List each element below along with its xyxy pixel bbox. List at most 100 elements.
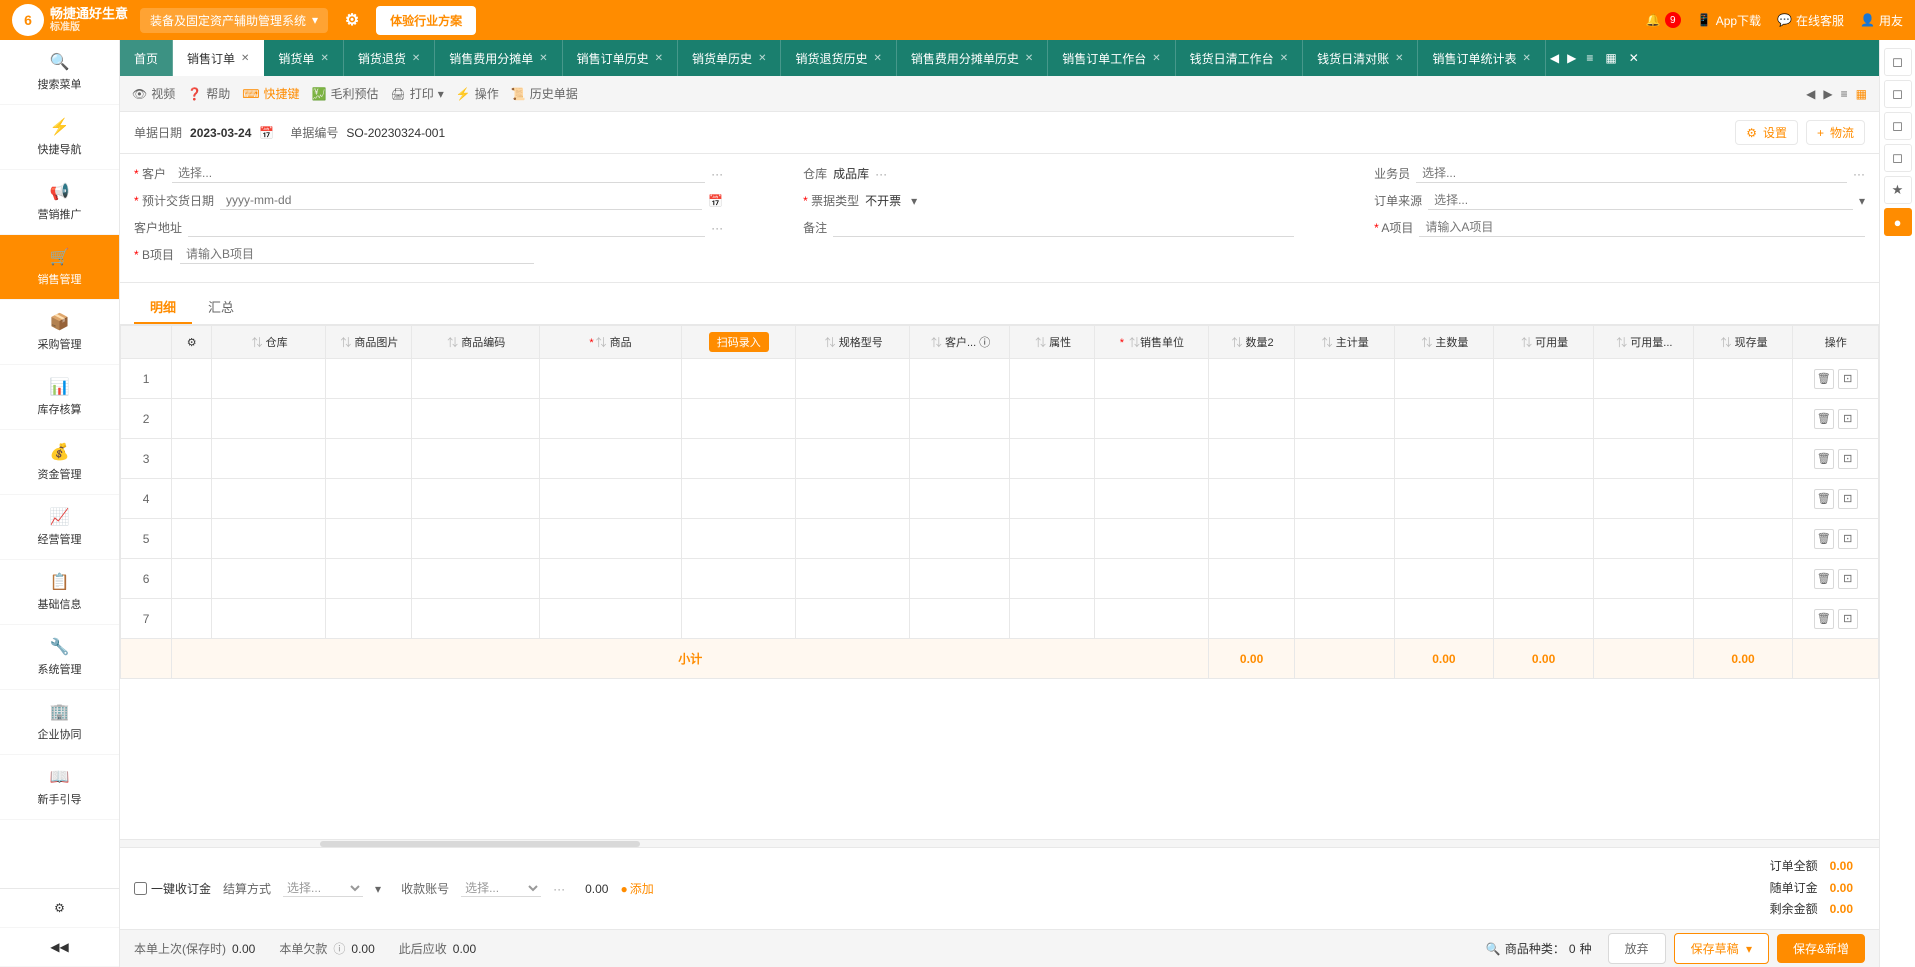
pay-method-dropdown[interactable]: ▾ xyxy=(375,882,381,896)
row-4-warehouse[interactable] xyxy=(212,479,326,519)
save-draft-btn[interactable]: 保存草稿 ▾ xyxy=(1674,933,1769,964)
a-project-input[interactable] xyxy=(1419,218,1865,237)
row-1-qty2[interactable] xyxy=(1209,359,1294,399)
row-5-warehouse[interactable] xyxy=(212,519,326,559)
row-5-attr[interactable] xyxy=(1009,519,1094,559)
tab-sales-return[interactable]: 销货单 ✕ xyxy=(264,40,343,76)
sidebar-item-quicknav[interactable]: ⚡ 快捷导航 xyxy=(0,105,119,170)
sidebar-item-base[interactable]: 📋 基础信息 xyxy=(0,560,119,625)
row-4-attr[interactable] xyxy=(1009,479,1094,519)
row-7-warehouse[interactable] xyxy=(212,599,326,639)
tab-sales-return-close[interactable]: ✕ xyxy=(320,53,328,64)
sidebar-item-sales[interactable]: 🛒 销售管理 xyxy=(0,235,119,300)
toolbar-list-view[interactable]: ≡ xyxy=(1841,87,1848,101)
toolbar-card-view[interactable]: ▦ xyxy=(1856,87,1867,101)
row-2-custcode[interactable] xyxy=(910,399,1010,439)
row-4-code[interactable] xyxy=(411,479,539,519)
row-4-product[interactable] xyxy=(539,479,681,519)
row-1-custcode[interactable] xyxy=(910,359,1010,399)
account-select[interactable]: 选择... xyxy=(461,880,541,897)
scan-input-btn[interactable]: 扫码录入 xyxy=(709,332,769,352)
discard-btn[interactable]: 放弃 xyxy=(1608,933,1666,964)
row-3-custcode[interactable] xyxy=(910,439,1010,479)
invoice-dropdown-icon[interactable]: ▾ xyxy=(911,194,917,208)
row-7-delete-btn[interactable]: 🗑 xyxy=(1814,609,1834,629)
row-7-spec[interactable] xyxy=(796,599,910,639)
toolbar-shortcut[interactable]: ⌨ 快捷键 xyxy=(242,85,299,102)
row-1-product[interactable] xyxy=(539,359,681,399)
row-4-spec[interactable] xyxy=(796,479,910,519)
gear-icon[interactable]: ⚙ xyxy=(340,8,364,32)
row-3-code[interactable] xyxy=(411,439,539,479)
tab-cash-reconcile[interactable]: 钱货日清对账 ✕ xyxy=(1303,40,1418,76)
toolbar-history[interactable]: 📜 历史单据 xyxy=(511,85,578,102)
row-1-delete-btn[interactable]: 🗑 xyxy=(1814,369,1834,389)
sidebar-item-finance[interactable]: 💰 资金管理 xyxy=(0,430,119,495)
row-4-custcode[interactable] xyxy=(910,479,1010,519)
row-2-qty2[interactable] xyxy=(1209,399,1294,439)
row-2-spec[interactable] xyxy=(796,399,910,439)
app-download-link[interactable]: 📱 App下载 xyxy=(1697,12,1761,29)
row-3-copy-btn[interactable]: ⊡ xyxy=(1838,449,1858,469)
row-3-product[interactable] xyxy=(539,439,681,479)
row-6-qty2[interactable] xyxy=(1209,559,1294,599)
row-7-unit[interactable] xyxy=(1095,599,1209,639)
toolbar-action[interactable]: ⚡ 操作 xyxy=(456,85,499,102)
row-2-product[interactable] xyxy=(539,399,681,439)
row-1-spec[interactable] xyxy=(796,359,910,399)
toolbar-view[interactable]: 👁 视频 xyxy=(132,85,175,102)
row-7-copy-btn[interactable]: ⊡ xyxy=(1838,609,1858,629)
rp-btn-4[interactable]: ◻ xyxy=(1884,144,1912,172)
row-7-qty2[interactable] xyxy=(1209,599,1294,639)
add-row-link[interactable]: ● 添加 xyxy=(620,880,653,897)
tab-return-goods[interactable]: 销货退货 ✕ xyxy=(344,40,435,76)
row-6-mainqty[interactable] xyxy=(1394,559,1494,599)
row-6-attr[interactable] xyxy=(1009,559,1094,599)
tab-return-history[interactable]: 销货单历史 ✕ xyxy=(678,40,781,76)
detail-tab-detail[interactable]: 明细 xyxy=(134,291,192,324)
row-7-custcode[interactable] xyxy=(910,599,1010,639)
row-1-warehouse[interactable] xyxy=(212,359,326,399)
row-7-attr[interactable] xyxy=(1009,599,1094,639)
sidebar-item-purchase[interactable]: 📦 采购管理 xyxy=(0,300,119,365)
row-6-delete-btn[interactable]: 🗑 xyxy=(1814,569,1834,589)
tab-sales-order[interactable]: 销售订单 ✕ xyxy=(173,40,264,76)
toolbar-print[interactable]: 🖨 打印 ▾ xyxy=(391,85,444,102)
row-5-copy-btn[interactable]: ⊡ xyxy=(1838,529,1858,549)
horizontal-scrollbar[interactable] xyxy=(120,839,1879,847)
sidebar-item-corp[interactable]: 🏢 企业协同 xyxy=(0,690,119,755)
industry-btn[interactable]: 体验行业方案 xyxy=(376,6,476,35)
row-5-custcode[interactable] xyxy=(910,519,1010,559)
sidebar-item-search[interactable]: 🔍 搜索菜单 xyxy=(0,40,119,105)
rp-btn-6[interactable]: ● xyxy=(1884,208,1912,236)
row-1-attr[interactable] xyxy=(1009,359,1094,399)
tab-home[interactable]: 首页 xyxy=(120,40,173,76)
row-1-mainqty[interactable] xyxy=(1394,359,1494,399)
tab-sales-fee[interactable]: 销售费用分摊单 ✕ xyxy=(435,40,562,76)
notification-bell[interactable]: 🔔 9 xyxy=(1646,12,1681,28)
row-6-unit[interactable] xyxy=(1095,559,1209,599)
save-draft-dropdown[interactable]: ▾ xyxy=(1746,942,1752,956)
save-new-btn[interactable]: 保存&新增 xyxy=(1777,934,1865,963)
tab-sales-report-close[interactable]: ✕ xyxy=(1523,53,1531,64)
row-6-product[interactable] xyxy=(539,559,681,599)
row-5-unit[interactable] xyxy=(1095,519,1209,559)
warehouse-more-btn[interactable]: ··· xyxy=(875,167,887,181)
customer-more-btn[interactable]: ··· xyxy=(711,167,723,181)
row-2-delete-btn[interactable]: 🗑 xyxy=(1814,409,1834,429)
online-service-link[interactable]: 💬 在线客服 xyxy=(1777,12,1844,29)
calendar-icon[interactable]: 📅 xyxy=(259,126,274,140)
add-logistics-btn[interactable]: + 物流 xyxy=(1806,120,1865,145)
date-picker-icon[interactable]: 📅 xyxy=(708,194,723,208)
row-3-unit[interactable] xyxy=(1095,439,1209,479)
tab-return-goods-close[interactable]: ✕ xyxy=(412,53,420,64)
row-7-product[interactable] xyxy=(539,599,681,639)
tab-sales-order-close[interactable]: ✕ xyxy=(241,53,249,64)
tab-nav-right[interactable]: ▶ xyxy=(1563,51,1580,65)
sidebar-item-system[interactable]: 🔧 系统管理 xyxy=(0,625,119,690)
toolbar-profit[interactable]: 💹 毛利预估 xyxy=(312,85,379,102)
tab-list-view[interactable]: ≡ xyxy=(1580,51,1599,65)
account-more-btn[interactable]: ··· xyxy=(553,882,565,896)
note-input[interactable] xyxy=(833,218,1294,237)
row-2-warehouse[interactable] xyxy=(212,399,326,439)
